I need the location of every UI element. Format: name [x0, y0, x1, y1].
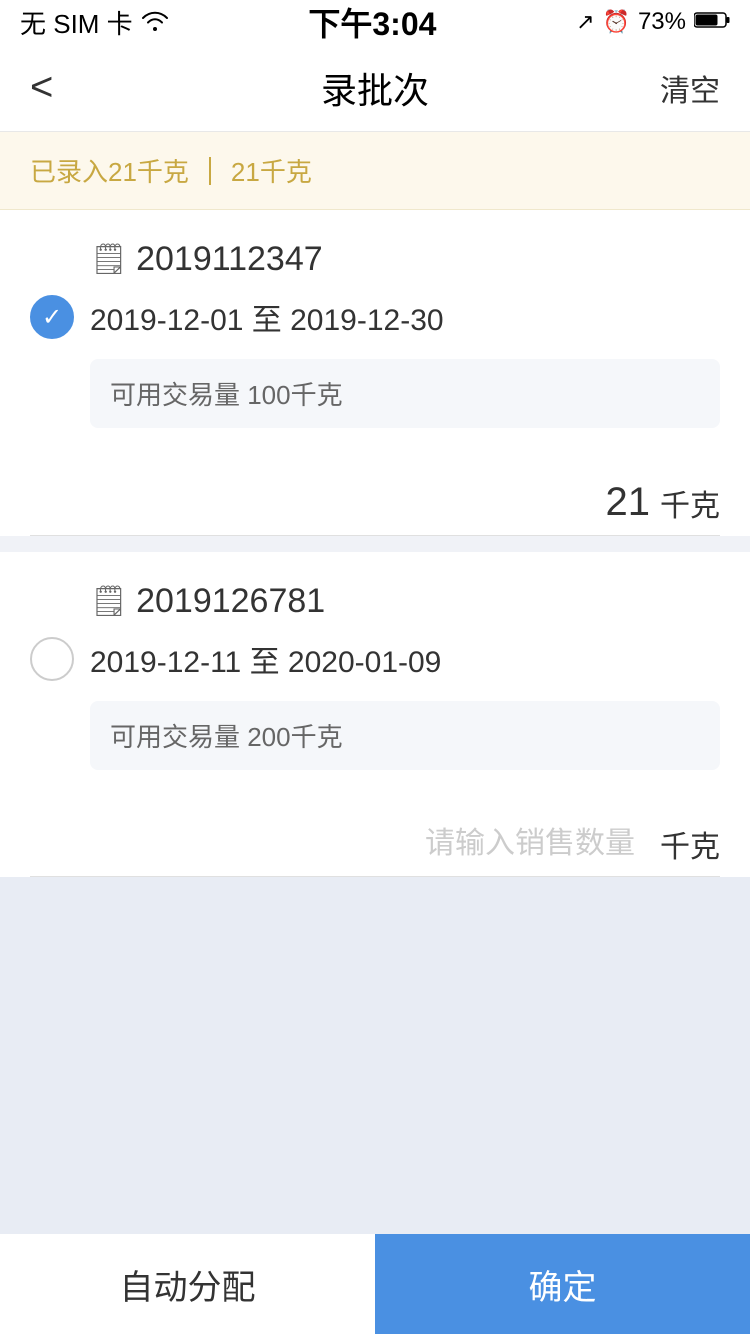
- batch-1-date-row: 2019-12-01 至 2019-12-30: [30, 295, 720, 339]
- batch-2-date-range: 2019-12-11 至 2020-01-09: [90, 637, 441, 681]
- status-right: ↗ ⏰ 73%: [576, 8, 730, 36]
- batch-item-1-inner: 🗒 2019112347 2019-12-01 至 2019-12-30 可用交…: [0, 210, 750, 464]
- bottom-bar: 自动分配 确定: [0, 1234, 750, 1334]
- batch-2-checkbox[interactable]: [30, 637, 74, 681]
- battery-text: 73%: [638, 8, 686, 36]
- batch-1-amount-value: 21: [606, 480, 651, 525]
- batch-2-doc-icon: 🗒: [90, 584, 128, 619]
- batch-2-id-row: 🗒 2019126781: [30, 582, 720, 621]
- section-separator: [0, 536, 750, 552]
- nav-bar: < 录批次 清空: [0, 44, 750, 132]
- content-area: 🗒 2019112347 2019-12-01 至 2019-12-30 可用交…: [0, 210, 750, 1334]
- batch-1-available-qty: 可用交易量 100千克: [90, 359, 720, 428]
- batch-1-id-row: 🗒 2019112347: [30, 240, 720, 279]
- auto-distribute-button[interactable]: 自动分配: [0, 1234, 375, 1334]
- recorded-qty-label: 已录入21千克: [30, 152, 189, 189]
- batch-1-date-range: 2019-12-01 至 2019-12-30: [90, 295, 444, 339]
- wifi-icon: [141, 7, 169, 38]
- batch-2-id: 2019126781: [136, 582, 325, 621]
- batch-2-qty-input[interactable]: [350, 827, 650, 861]
- page-title: 录批次: [321, 62, 429, 114]
- batch-1-id: 2019112347: [136, 240, 323, 279]
- clear-button[interactable]: 清空: [660, 66, 720, 110]
- status-bar: 无 SIM 卡 下午3:04 ↗ ⏰ 73%: [0, 0, 750, 44]
- confirm-button[interactable]: 确定: [375, 1234, 750, 1334]
- total-qty-label: 21千克: [231, 152, 312, 189]
- batch-item-1: 🗒 2019112347 2019-12-01 至 2019-12-30 可用交…: [0, 210, 750, 536]
- battery-icon: [694, 8, 730, 36]
- status-left: 无 SIM 卡: [20, 4, 169, 41]
- alarm-icon: ⏰: [603, 9, 630, 35]
- batch-1-amount-unit: 千克: [660, 481, 720, 525]
- info-divider: [209, 157, 211, 185]
- back-button[interactable]: <: [30, 65, 90, 110]
- batch-2-input-unit: 千克: [660, 822, 720, 866]
- carrier-text: 无 SIM 卡: [20, 4, 133, 41]
- batch-1-checkbox[interactable]: [30, 295, 74, 339]
- batch-item-2: 🗒 2019126781 2019-12-11 至 2020-01-09 可用交…: [0, 552, 750, 877]
- info-banner: 已录入21千克 21千克: [0, 132, 750, 210]
- batch-1-doc-icon: 🗒: [90, 242, 128, 277]
- batch-2-input-row: 千克: [0, 806, 750, 866]
- batch-1-amount-row: 21 千克: [0, 464, 750, 525]
- location-icon: ↗: [576, 9, 594, 35]
- status-time: 下午3:04: [308, 0, 436, 45]
- batch-item-2-inner: 🗒 2019126781 2019-12-11 至 2020-01-09 可用交…: [0, 552, 750, 806]
- batch-2-available-qty: 可用交易量 200千克: [90, 701, 720, 770]
- batch-2-date-row: 2019-12-11 至 2020-01-09: [30, 637, 720, 681]
